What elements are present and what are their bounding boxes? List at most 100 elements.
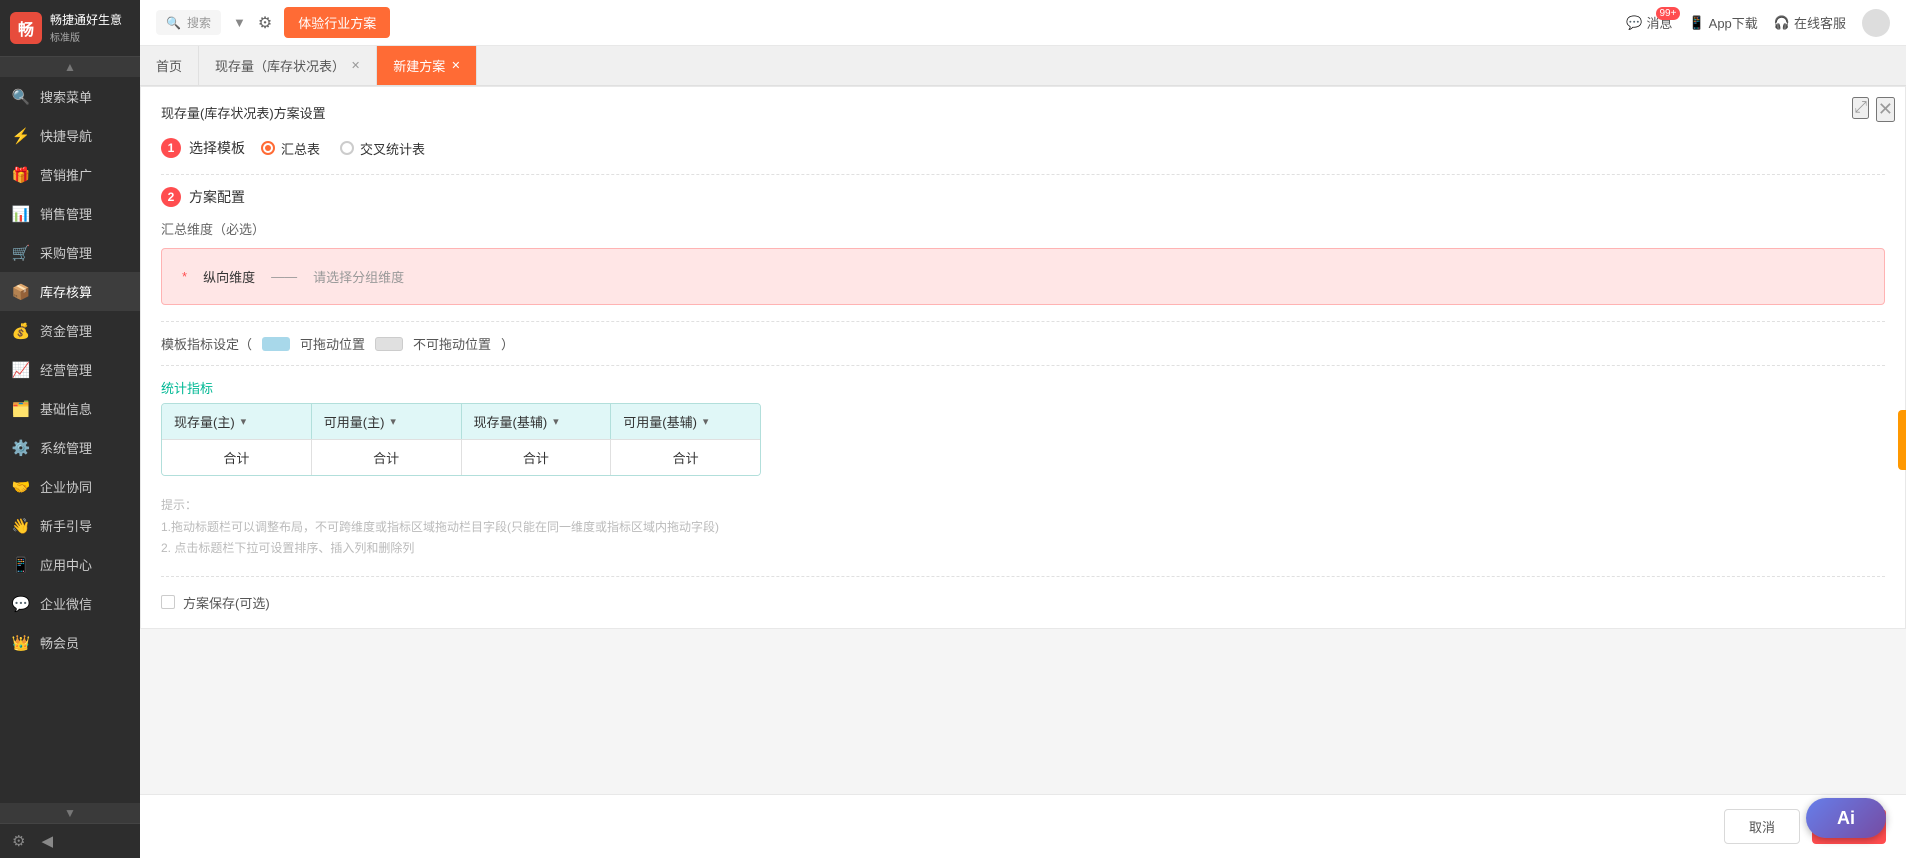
save-option-checkbox[interactable]: [161, 595, 175, 609]
panel-expand-button[interactable]: ⤢: [1852, 97, 1869, 119]
sidebar-nav: 🔍 搜索菜单 ⚡ 快捷导航 🎁 营销推广 📊 销售管理 🛒 采购管理 📦 库存核…: [0, 77, 140, 803]
cancel-button[interactable]: 取消: [1724, 809, 1800, 844]
app-download-icon: 📱: [1688, 15, 1704, 31]
chevron-down-icon: ▾: [703, 415, 709, 428]
step2-header: 2 方案配置: [161, 187, 1885, 207]
sidebar-item-member[interactable]: 👑 畅会员: [0, 623, 140, 662]
online-service-item[interactable]: 🎧 在线客服: [1774, 13, 1846, 32]
tab-home[interactable]: 首页: [140, 46, 199, 85]
ai-label: Ai: [1837, 808, 1855, 829]
industry-plan-button[interactable]: 体验行业方案: [284, 7, 390, 38]
sidebar-item-label: 搜索菜单: [40, 87, 92, 106]
sidebar-scroll-up[interactable]: ▲: [0, 57, 140, 77]
radio-summary[interactable]: 汇总表: [261, 139, 320, 158]
stats-col2-header[interactable]: 可用量(主) ▾: [312, 404, 462, 439]
sidebar-item-app-center[interactable]: 📱 应用中心: [0, 545, 140, 584]
stats-col1-header[interactable]: 现存量(主) ▾: [162, 404, 312, 439]
app-download-item[interactable]: 📱 App下载: [1688, 13, 1757, 32]
search-placeholder-text: 搜索: [187, 14, 211, 31]
tips-section: 提示： 1.拖动标题栏可以调整布局，不可跨维度或指标区域拖动栏目字段(只能在同一…: [161, 495, 1885, 560]
message-badge: 99+: [1656, 7, 1681, 20]
step2-title: 方案配置: [189, 187, 245, 207]
search-box[interactable]: 🔍 搜索: [156, 10, 221, 35]
step1-title: 选择模板: [189, 138, 245, 158]
ai-assistant-bubble[interactable]: Ai: [1806, 798, 1886, 838]
dimension-label: 纵向维度: [203, 267, 255, 286]
sidebar-item-label: 采购管理: [40, 243, 92, 262]
basic-icon: 🗂️: [12, 400, 30, 418]
sidebar-item-label: 营销推广: [40, 165, 92, 184]
shortcut-icon: ⚡: [12, 127, 30, 145]
sidebar-item-marketing[interactable]: 🎁 营销推广: [0, 155, 140, 194]
sidebar-item-label: 系统管理: [40, 438, 92, 457]
online-service-label: 在线客服: [1794, 13, 1846, 32]
stats-col4-label: 可用量(基辅): [623, 412, 697, 431]
draggable-indicator-box: [262, 337, 290, 351]
settings-icon[interactable]: ⚙: [12, 832, 25, 850]
indicator-setting-label: 模板指标设定（: [161, 334, 252, 353]
sidebar-item-shortcut[interactable]: ⚡ 快捷导航: [0, 116, 140, 155]
system-icon: ⚙️: [12, 439, 30, 457]
logo-icon: 畅: [10, 12, 42, 44]
logo-tag: 标准版: [50, 29, 122, 44]
stats-data-row: 合计 合计 合计 合计: [162, 439, 760, 475]
sidebar-scroll-down[interactable]: ▼: [0, 803, 140, 823]
logo-text: 畅捷通好生意: [50, 12, 122, 29]
template-radio-group: 汇总表 交叉统计表: [261, 139, 425, 158]
tab-new-plan-label: 新建方案: [393, 56, 445, 75]
marketing-icon: 🎁: [12, 166, 30, 184]
cooperation-icon: 🤝: [12, 478, 30, 496]
sidebar-item-guide[interactable]: 👋 新手引导: [0, 506, 140, 545]
user-avatar[interactable]: [1862, 9, 1890, 37]
search-menu-icon: 🔍: [12, 88, 30, 106]
tabs-bar: 首页 现存量（库存状况表） ✕ 新建方案 ✕: [140, 46, 1906, 86]
sidebar-item-search[interactable]: 🔍 搜索菜单: [0, 77, 140, 116]
indicator-setting: 模板指标设定（ 可拖动位置 不可拖动位置 ）: [161, 334, 1885, 353]
business-icon: 📈: [12, 361, 30, 379]
chevron-down-icon: ▾: [553, 415, 559, 428]
sidebar-item-label: 资金管理: [40, 321, 92, 340]
sidebar-item-wechat[interactable]: 💬 企业微信: [0, 584, 140, 623]
divider-4: [161, 576, 1885, 577]
message-item[interactable]: 💬 消息 99+: [1626, 13, 1672, 32]
sidebar-item-basic[interactable]: 🗂️ 基础信息: [0, 389, 140, 428]
sidebar-item-label: 企业协同: [40, 477, 92, 496]
sidebar-item-label: 基础信息: [40, 399, 92, 418]
stats-col4-header[interactable]: 可用量(基辅) ▾: [611, 404, 760, 439]
stats-col3-header[interactable]: 现存量(基辅) ▾: [462, 404, 612, 439]
dimension-section-title: 汇总维度（必选）: [161, 219, 1885, 238]
non-draggable-label: 不可拖动位置: [413, 334, 491, 353]
topbar-gear-icon[interactable]: ⚙: [258, 13, 272, 33]
wechat-icon: 💬: [12, 595, 30, 613]
collapse-icon[interactable]: ◀: [41, 832, 53, 850]
radio-summary-label: 汇总表: [281, 139, 320, 158]
inventory-icon: 📦: [12, 283, 30, 301]
stats-col2-value: 合计: [312, 439, 462, 475]
sidebar-item-purchase[interactable]: 🛒 采购管理: [0, 233, 140, 272]
panel-close-button[interactable]: ✕: [1876, 97, 1895, 122]
tab-close-icon[interactable]: ✕: [351, 59, 360, 72]
tab-new-plan[interactable]: 新建方案 ✕: [377, 46, 477, 85]
sidebar-item-cooperation[interactable]: 🤝 企业协同: [0, 467, 140, 506]
sidebar-item-business[interactable]: 📈 经营管理: [0, 350, 140, 389]
chevron-down-icon: ▾: [390, 415, 396, 428]
tab-new-plan-close-icon[interactable]: ✕: [451, 59, 460, 72]
main-area: 🔍 搜索 ▼ ⚙ 体验行业方案 💬 消息 99+ 📱 App下载 🎧 在线客服: [140, 0, 1906, 858]
dimension-placeholder[interactable]: 请选择分组维度: [313, 267, 404, 286]
app-center-icon: 📱: [12, 556, 30, 574]
sidebar-item-system[interactable]: ⚙️ 系统管理: [0, 428, 140, 467]
tab-inventory-status[interactable]: 现存量（库存状况表） ✕: [199, 46, 377, 85]
panel-title: 现存量(库存状况表)方案设置: [161, 103, 1885, 122]
sidebar-item-label: 快捷导航: [40, 126, 92, 145]
topbar-dropdown-icon[interactable]: ▼: [233, 15, 246, 30]
divider-1: [161, 174, 1885, 175]
sidebar-item-finance[interactable]: 💰 资金管理: [0, 311, 140, 350]
sidebar-bottom: ⚙ ◀: [0, 823, 140, 858]
chevron-down-icon: ▾: [241, 415, 247, 428]
sidebar-item-sales[interactable]: 📊 销售管理: [0, 194, 140, 233]
right-edge-drag-bar[interactable]: [1898, 410, 1906, 470]
radio-cross[interactable]: 交叉统计表: [340, 139, 425, 158]
divider-3: [161, 365, 1885, 366]
step2-badge: 2: [161, 187, 181, 207]
sidebar-item-inventory[interactable]: 📦 库存核算: [0, 272, 140, 311]
